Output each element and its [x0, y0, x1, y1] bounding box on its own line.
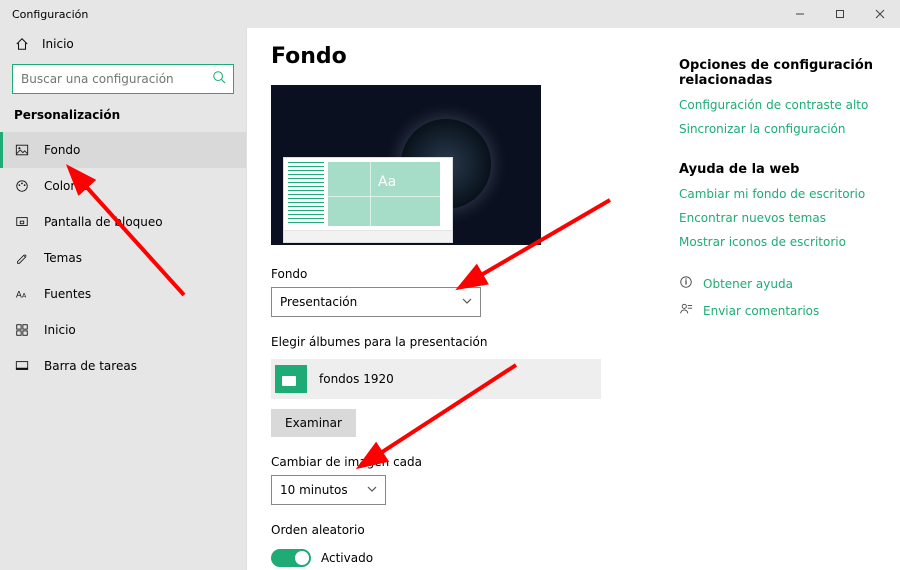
search-icon — [212, 70, 226, 87]
related-title: Opciones de configuración relacionadas — [679, 58, 886, 88]
home-label: Inicio — [42, 37, 74, 51]
sidebar-item-label: Inicio — [44, 323, 76, 337]
shuffle-toggle[interactable] — [271, 549, 311, 567]
background-label: Fondo — [271, 267, 649, 281]
album-name: fondos 1920 — [319, 372, 394, 386]
help-icon — [679, 275, 693, 292]
link-sync-settings[interactable]: Sincronizar la configuración — [679, 122, 886, 136]
font-icon: AA — [14, 287, 30, 301]
interval-dropdown[interactable]: 10 minutos — [271, 475, 386, 505]
home-icon — [14, 37, 30, 51]
chevron-down-icon — [367, 483, 377, 497]
link-high-contrast[interactable]: Configuración de contraste alto — [679, 98, 886, 112]
link-find-themes[interactable]: Encontrar nuevos temas — [679, 211, 886, 225]
start-icon — [14, 323, 30, 337]
maximize-button[interactable] — [820, 0, 860, 28]
shuffle-label: Orden aleatorio — [271, 523, 649, 537]
sidebar-item-pantalla-de-bloqueo[interactable]: Pantalla de bloqueo — [0, 204, 246, 240]
interval-value: 10 minutos — [280, 483, 348, 497]
close-button[interactable] — [860, 0, 900, 28]
sidebar-item-inicio[interactable]: Inicio — [0, 312, 246, 348]
minimize-button[interactable] — [780, 0, 820, 28]
interval-label: Cambiar de imagen cada — [271, 455, 649, 469]
chevron-down-icon — [462, 295, 472, 309]
feedback-icon — [679, 302, 693, 319]
sidebar-item-colores[interactable]: Colores — [0, 168, 246, 204]
title-bar: Configuración — [0, 0, 900, 28]
link-show-desktop-icons[interactable]: Mostrar iconos de escritorio — [679, 235, 886, 249]
shuffle-state: Activado — [321, 551, 373, 565]
svg-text:A: A — [22, 293, 27, 300]
sidebar: Inicio Personalización Fondo Colores Panta… — [0, 28, 247, 570]
page-heading: Fondo — [271, 44, 649, 69]
album-item[interactable]: fondos 1920 — [271, 359, 601, 399]
sidebar-item-label: Fondo — [44, 143, 80, 157]
feedback-link[interactable]: Enviar comentarios — [679, 302, 886, 319]
sidebar-item-fondo[interactable]: Fondo — [0, 132, 246, 168]
sidebar-item-label: Pantalla de bloqueo — [44, 215, 163, 229]
background-dropdown-value: Presentación — [280, 295, 357, 309]
sidebar-item-fuentes[interactable]: AA Fuentes — [0, 276, 246, 312]
lock-icon — [14, 215, 30, 229]
window-title: Configuración — [12, 8, 88, 21]
folder-icon — [275, 365, 307, 393]
sidebar-item-label: Temas — [44, 251, 82, 265]
sidebar-item-label: Barra de tareas — [44, 359, 137, 373]
web-help-title: Ayuda de la web — [679, 162, 886, 177]
palette-icon — [14, 179, 30, 193]
background-dropdown[interactable]: Presentación — [271, 287, 481, 317]
albums-label: Elegir álbumes para la presentación — [271, 335, 649, 349]
sidebar-item-temas[interactable]: Temas — [0, 240, 246, 276]
sidebar-item-label: Colores — [44, 179, 89, 193]
taskbar-icon — [14, 359, 30, 373]
sidebar-item-label: Fuentes — [44, 287, 91, 301]
home-link[interactable]: Inicio — [0, 28, 246, 60]
link-change-wallpaper[interactable]: Cambiar mi fondo de escritorio — [679, 187, 886, 201]
get-help-link[interactable]: Obtener ayuda — [679, 275, 886, 292]
svg-text:A: A — [16, 291, 22, 301]
image-icon — [14, 143, 30, 157]
sidebar-item-barra-de-tareas[interactable]: Barra de tareas — [0, 348, 246, 384]
content-area: Fondo Aa Fondo Presentación Elegir álbum… — [247, 28, 673, 570]
section-title: Personalización — [0, 104, 246, 132]
search-input[interactable] — [12, 64, 234, 94]
background-preview: Aa — [271, 85, 541, 245]
paint-icon — [14, 251, 30, 265]
right-rail: Opciones de configuración relacionadas C… — [673, 28, 900, 570]
browse-button[interactable]: Examinar — [271, 409, 356, 437]
